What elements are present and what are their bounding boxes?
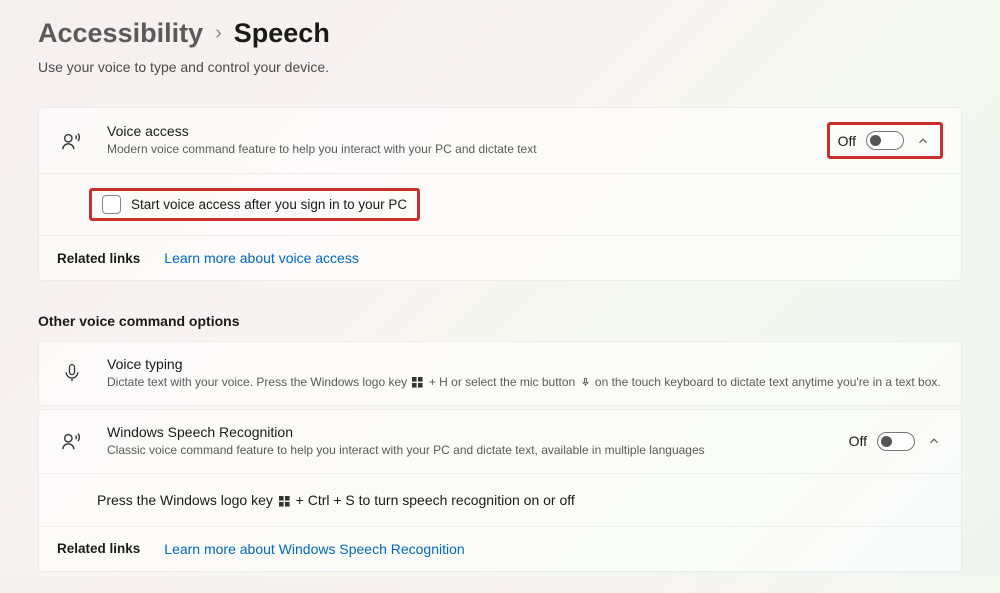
voice-access-controls: Off — [827, 122, 943, 159]
wsr-toggle-label: Off — [849, 433, 867, 449]
other-options-heading: Other voice command options — [38, 313, 962, 329]
related-links-label: Related links — [57, 541, 140, 556]
mic-small-icon — [581, 376, 590, 388]
windows-key-icon — [412, 377, 423, 388]
voice-access-content: Voice access Modern voice command featur… — [107, 123, 827, 158]
voice-access-toggle[interactable] — [866, 131, 904, 150]
wsr-content: Windows Speech Recognition Classic voice… — [107, 424, 849, 459]
wsr-controls: Off — [849, 432, 943, 451]
windows-key-icon — [279, 496, 290, 507]
chevron-up-icon[interactable] — [925, 434, 943, 448]
page-subtitle: Use your voice to type and control your … — [38, 59, 962, 75]
page-title: Speech — [234, 18, 330, 49]
related-links-label: Related links — [57, 251, 140, 266]
wsr-section: Windows Speech Recognition Classic voice… — [38, 409, 962, 572]
wsr-related-row: Related links Learn more about Windows S… — [39, 527, 961, 571]
voice-typing-row[interactable]: Voice typing Dictate text with your voic… — [39, 342, 961, 405]
wsr-header[interactable]: Windows Speech Recognition Classic voice… — [39, 410, 961, 474]
chevron-right-icon: › — [215, 22, 222, 45]
breadcrumb: Accessibility › Speech — [38, 18, 962, 49]
breadcrumb-parent[interactable]: Accessibility — [38, 18, 203, 49]
voice-access-startup-label: Start voice access after you sign in to … — [131, 197, 407, 212]
voice-access-header[interactable]: Voice access Modern voice command featur… — [39, 108, 961, 174]
voice-access-startup-row: Start voice access after you sign in to … — [39, 174, 961, 236]
wsr-toggle[interactable] — [877, 432, 915, 451]
voice-typing-content: Voice typing Dictate text with your voic… — [107, 356, 943, 391]
voice-access-learn-more-link[interactable]: Learn more about voice access — [164, 250, 359, 266]
wsr-tip-row: Press the Windows logo key + Ctrl + S to… — [39, 474, 961, 527]
wsr-learn-more-link[interactable]: Learn more about Windows Speech Recognit… — [164, 541, 464, 557]
wsr-title: Windows Speech Recognition — [107, 424, 849, 440]
voice-access-desc: Modern voice command feature to help you… — [107, 141, 827, 158]
voice-typing-title: Voice typing — [107, 356, 943, 372]
voice-access-startup-checkbox[interactable] — [102, 195, 121, 214]
voice-access-toggle-highlight: Off — [827, 122, 943, 159]
chevron-up-icon[interactable] — [914, 134, 932, 148]
voice-access-section: Voice access Modern voice command featur… — [38, 107, 962, 281]
voice-access-startup-highlight: Start voice access after you sign in to … — [89, 188, 420, 221]
wsr-desc: Classic voice command feature to help yo… — [107, 442, 849, 459]
speech-recognition-icon — [57, 430, 87, 452]
voice-access-icon — [57, 130, 87, 152]
voice-typing-section: Voice typing Dictate text with your voic… — [38, 341, 962, 406]
voice-access-toggle-label: Off — [838, 133, 856, 149]
voice-access-title: Voice access — [107, 123, 827, 139]
voice-access-related-row: Related links Learn more about voice acc… — [39, 236, 961, 280]
microphone-icon — [57, 362, 87, 384]
settings-page: Accessibility › Speech Use your voice to… — [0, 0, 1000, 593]
voice-typing-desc: Dictate text with your voice. Press the … — [107, 374, 943, 391]
